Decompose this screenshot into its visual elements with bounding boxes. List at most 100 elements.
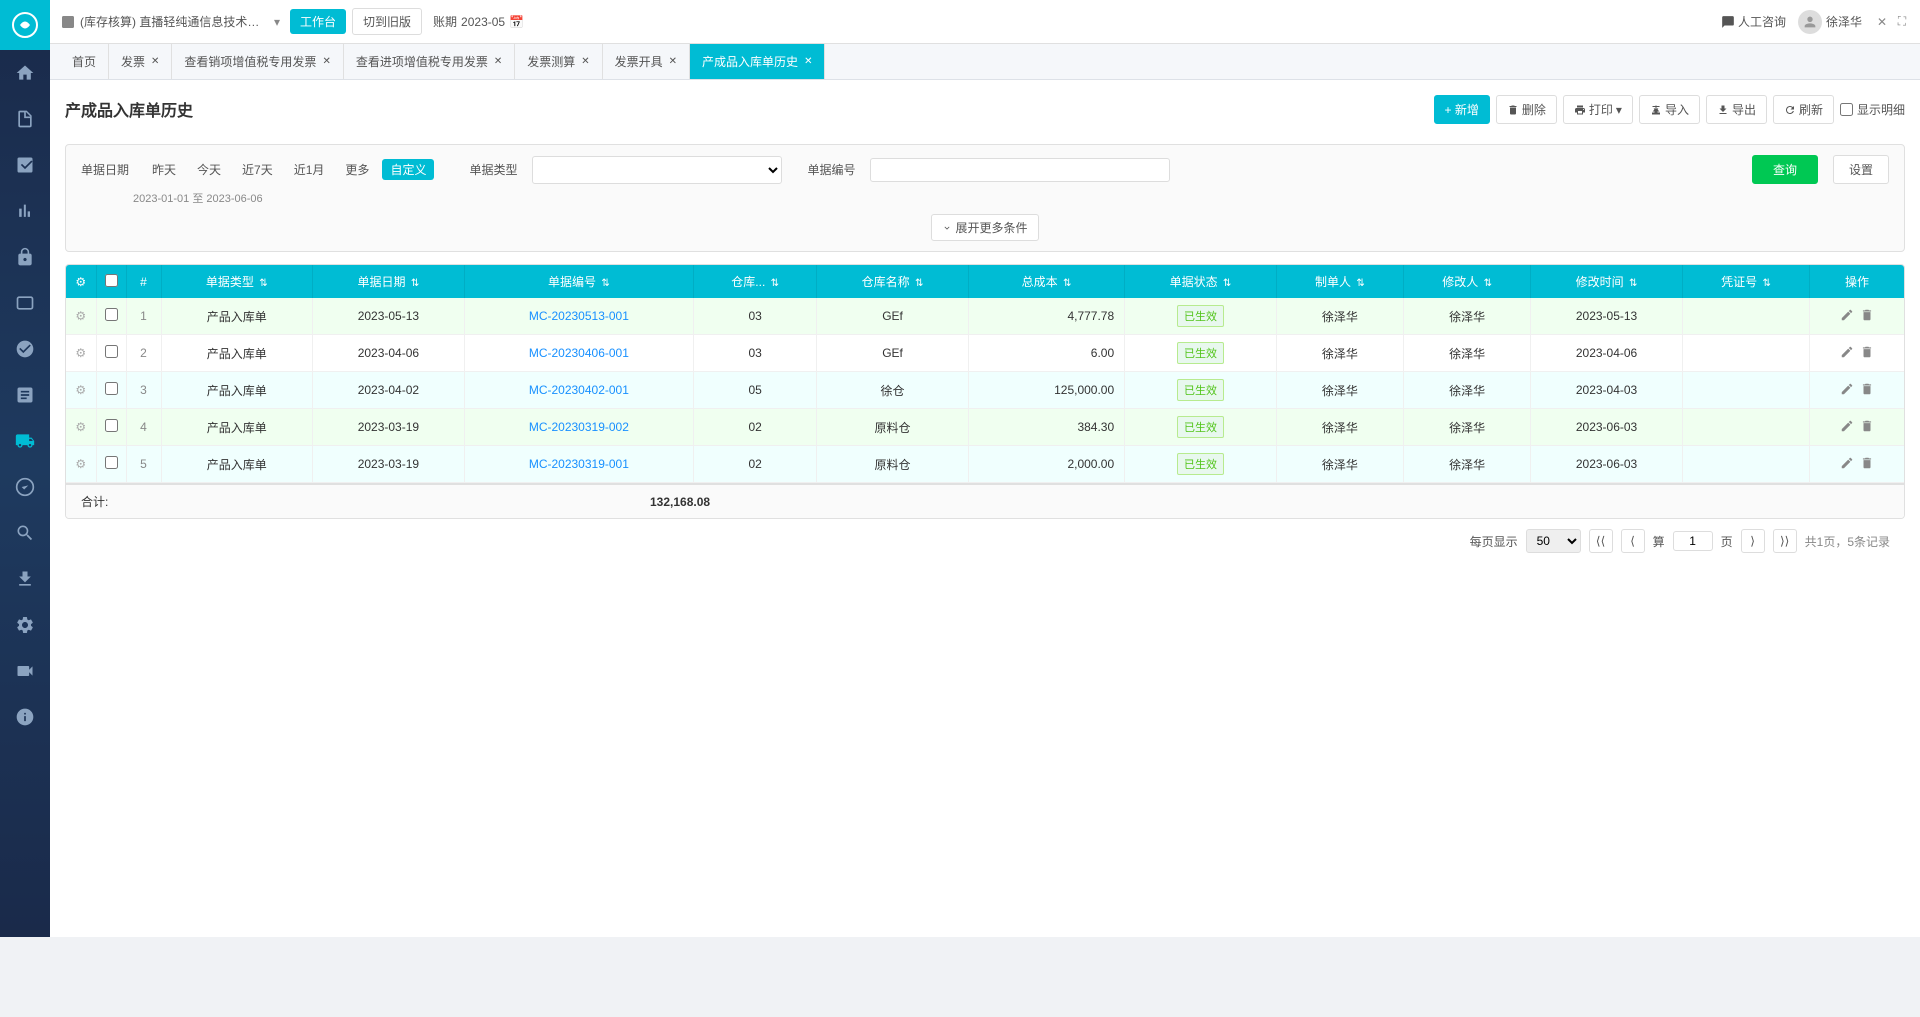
date-chip-1month[interactable]: 近1月 (286, 159, 333, 180)
row-checkbox[interactable] (96, 409, 126, 446)
col-modifier[interactable]: 修改人 ⇅ (1404, 265, 1531, 298)
col-type[interactable]: 单据类型 ⇅ (161, 265, 313, 298)
col-creator[interactable]: 制单人 ⇅ (1276, 265, 1403, 298)
sidebar-item-document[interactable] (0, 96, 50, 142)
table-row[interactable]: ⚙ 5 产品入库单 2023-03-19 MC-20230319-001 02 … (66, 446, 1904, 483)
tab-invoice-close[interactable]: ✕ (151, 56, 159, 67)
row-select-checkbox[interactable] (105, 345, 118, 358)
first-page-button[interactable]: ⟨⟨ (1589, 529, 1613, 553)
delete-button[interactable]: 删除 (1496, 95, 1557, 124)
sidebar-item-report[interactable] (0, 372, 50, 418)
tab-invoice-calc-close[interactable]: ✕ (581, 56, 589, 67)
expand-more-button[interactable]: 展开更多条件 (931, 214, 1038, 241)
delete-row-icon[interactable] (1860, 456, 1874, 473)
row-checkbox[interactable] (96, 446, 126, 483)
table-row[interactable]: ⚙ 3 产品入库单 2023-04-02 MC-20230402-001 05 … (66, 372, 1904, 409)
col-warehouse-name[interactable]: 仓库名称 ⇅ (817, 265, 969, 298)
date-chip-7days[interactable]: 近7天 (234, 159, 281, 180)
sidebar-item-video[interactable] (0, 648, 50, 694)
col-modify-time[interactable]: 修改时间 ⇅ (1531, 265, 1683, 298)
col-settings[interactable]: ⚙ (66, 265, 96, 298)
tab-check-input-vat-close[interactable]: ✕ (494, 56, 502, 67)
sidebar-item-process[interactable] (0, 464, 50, 510)
row-number[interactable]: MC-20230513-001 (464, 298, 693, 335)
company-dropdown-icon[interactable]: ▾ (274, 15, 280, 29)
row-select-checkbox[interactable] (105, 456, 118, 469)
sidebar-item-lock[interactable] (0, 234, 50, 280)
row-number-link[interactable]: MC-20230406-001 (529, 346, 629, 360)
delete-row-icon[interactable] (1860, 419, 1874, 436)
sidebar-item-home[interactable] (0, 50, 50, 96)
col-status[interactable]: 单据状态 ⇅ (1125, 265, 1277, 298)
edit-icon[interactable] (1840, 419, 1854, 436)
col-voucher[interactable]: 凭证号 ⇅ (1682, 265, 1809, 298)
per-page-select[interactable]: 50 10 20 100 (1526, 529, 1581, 553)
col-total-cost[interactable]: 总成本 ⇅ (968, 265, 1124, 298)
close-window-btn[interactable]: ✕ (1874, 14, 1890, 30)
display-cols-checkbox[interactable] (1840, 103, 1853, 116)
row-number-link[interactable]: MC-20230319-002 (529, 420, 629, 434)
date-chip-custom[interactable]: 自定义 (382, 159, 434, 180)
table-row[interactable]: ⚙ 2 产品入库单 2023-04-06 MC-20230406-001 03 … (66, 335, 1904, 372)
table-row[interactable]: ⚙ 1 产品入库单 2023-05-13 MC-20230513-001 03 … (66, 298, 1904, 335)
app-logo[interactable] (0, 0, 50, 50)
row-select-checkbox[interactable] (105, 308, 118, 321)
delete-row-icon[interactable] (1860, 382, 1874, 399)
refresh-button[interactable]: 刷新 (1773, 95, 1834, 124)
row-number-link[interactable]: MC-20230402-001 (529, 383, 629, 397)
row-number[interactable]: MC-20230319-002 (464, 409, 693, 446)
tab-check-input-vat[interactable]: 查看进项增值税专用发票 ✕ (344, 44, 515, 80)
tab-home[interactable]: 首页 (60, 44, 109, 80)
col-warehouse-code[interactable]: 仓库... ⇅ (694, 265, 817, 298)
number-filter-input[interactable] (870, 158, 1170, 182)
tab-invoice-open[interactable]: 发票开具 ✕ (603, 44, 690, 80)
row-checkbox[interactable] (96, 335, 126, 372)
tab-product-instock[interactable]: 产成品入库单历史 ✕ (690, 44, 825, 80)
prev-page-button[interactable]: ⟨ (1621, 529, 1645, 553)
export-button[interactable]: 导出 (1706, 95, 1767, 124)
type-filter-select[interactable] (532, 156, 782, 184)
import-button[interactable]: 导入 (1639, 95, 1700, 124)
row-number-link[interactable]: MC-20230319-001 (529, 457, 629, 471)
query-button[interactable]: 查询 (1752, 155, 1818, 184)
row-settings-icon[interactable]: ⚙ (66, 446, 96, 483)
row-settings-icon[interactable]: ⚙ (66, 409, 96, 446)
switch-version-button[interactable]: 切到旧版 (352, 8, 422, 35)
edit-icon[interactable] (1840, 382, 1854, 399)
assistant-btn[interactable]: 人工咨询 (1721, 13, 1786, 30)
date-chip-today[interactable]: 今天 (189, 159, 229, 180)
tab-check-sales-vat[interactable]: 查看销项增值税专用发票 ✕ (172, 44, 343, 80)
row-number-link[interactable]: MC-20230513-001 (529, 309, 629, 323)
tab-invoice[interactable]: 发票 ✕ (109, 44, 172, 80)
last-page-button[interactable]: ⟩⟩ (1773, 529, 1797, 553)
new-button[interactable]: + 新增 (1434, 95, 1490, 124)
date-chip-more[interactable]: 更多 (337, 159, 377, 180)
sidebar-item-voucher[interactable] (0, 280, 50, 326)
select-all-checkbox[interactable] (105, 274, 118, 287)
tab-product-instock-close[interactable]: ✕ (804, 56, 812, 67)
row-select-checkbox[interactable] (105, 382, 118, 395)
workbench-button[interactable]: 工作台 (290, 9, 346, 34)
delete-row-icon[interactable] (1860, 308, 1874, 325)
sidebar-item-manage[interactable] (0, 326, 50, 372)
page-number-input[interactable] (1673, 531, 1713, 551)
tab-invoice-open-close[interactable]: ✕ (669, 56, 677, 67)
row-settings-icon[interactable]: ⚙ (66, 372, 96, 409)
row-settings-icon[interactable]: ⚙ (66, 298, 96, 335)
row-number[interactable]: MC-20230406-001 (464, 335, 693, 372)
row-settings-icon[interactable]: ⚙ (66, 335, 96, 372)
sidebar-item-settings[interactable] (0, 602, 50, 648)
date-chip-yesterday[interactable]: 昨天 (144, 159, 184, 180)
delete-row-icon[interactable] (1860, 345, 1874, 362)
sidebar-item-analytics[interactable] (0, 142, 50, 188)
calendar-icon[interactable]: 📅 (509, 15, 524, 29)
print-button[interactable]: 打印 ▾ (1563, 95, 1633, 124)
row-checkbox[interactable] (96, 298, 126, 335)
edit-icon[interactable] (1840, 308, 1854, 325)
display-cols-label[interactable]: 显示明细 (1857, 101, 1905, 118)
table-row[interactable]: ⚙ 4 产品入库单 2023-03-19 MC-20230319-002 02 … (66, 409, 1904, 446)
set-button[interactable]: 设置 (1833, 155, 1889, 184)
sidebar-item-download[interactable] (0, 556, 50, 602)
next-page-button[interactable]: ⟩ (1741, 529, 1765, 553)
maximize-window-btn[interactable]: ⛶ (1894, 14, 1910, 30)
